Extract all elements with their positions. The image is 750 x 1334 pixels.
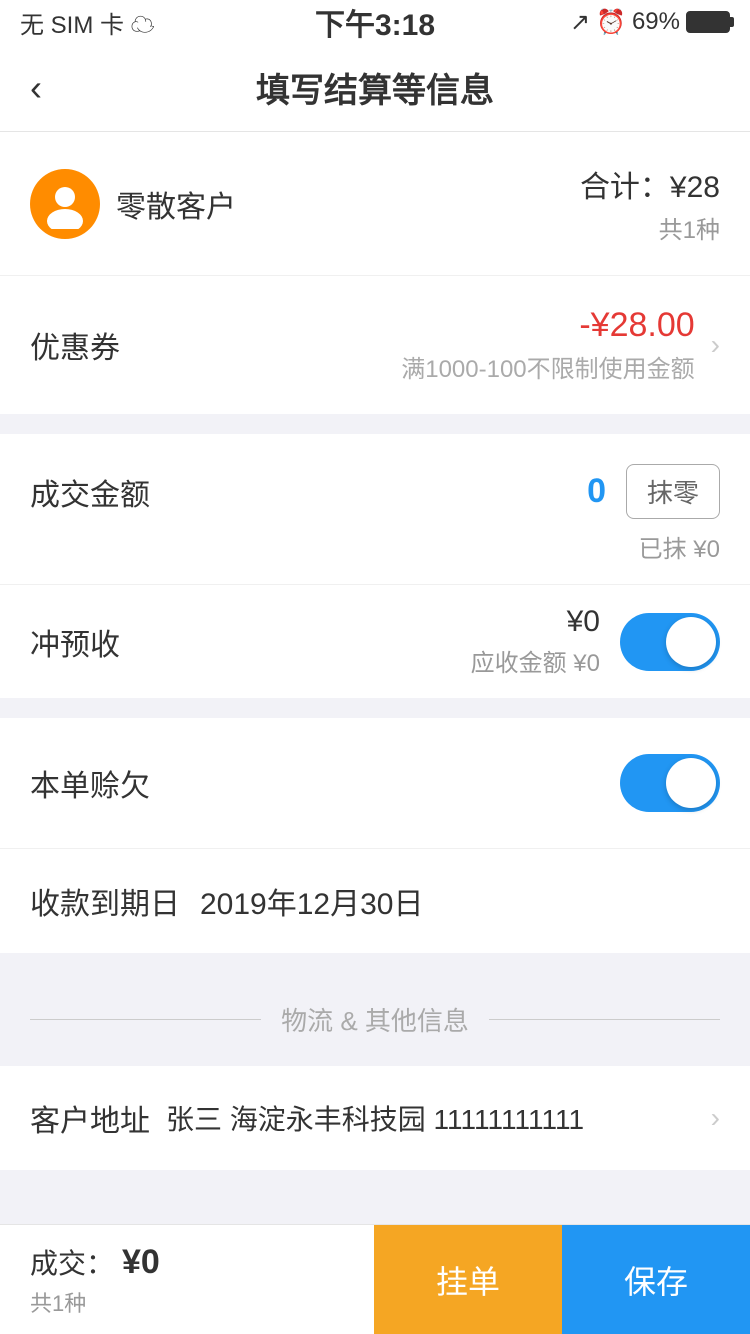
alarm-icon: ⏰ bbox=[596, 8, 626, 37]
prepayment-sub: 应收金额 ¥0 bbox=[471, 643, 600, 678]
duedate-row: 收款到期日 2019年12月30日 bbox=[0, 848, 750, 953]
discount-amount: -¥28.00 bbox=[401, 306, 694, 345]
chevron-right-icon: › bbox=[711, 329, 720, 361]
customer-row: 零散客户 合计：¥28 共1种 bbox=[0, 132, 750, 275]
save-button[interactable]: 保存 bbox=[562, 1225, 750, 1334]
sim-label: 无 SIM 卡 ☁ bbox=[20, 5, 155, 40]
content-area: 零散客户 合计：¥28 共1种 优惠券 -¥28.00 满1000-100不限制… bbox=[0, 132, 750, 1310]
nav-bar: ‹ 填写结算等信息 bbox=[0, 44, 750, 132]
logistics-divider: 物流 & 其他信息 bbox=[0, 973, 750, 1066]
bottom-bar: 成交： ¥0 共1种 挂单 保存 bbox=[0, 1224, 750, 1334]
already-rounded: 已抹 ¥0 bbox=[0, 529, 750, 584]
address-row[interactable]: 客户地址 张三 海淀永丰科技园 11111111111 › bbox=[0, 1066, 750, 1170]
prepayment-amount: ¥0 bbox=[471, 605, 600, 639]
discount-desc: 满1000-100不限制使用金额 bbox=[401, 349, 694, 384]
total-amount: 合计：¥28 bbox=[580, 162, 720, 206]
status-left: 无 SIM 卡 ☁ bbox=[20, 5, 155, 40]
bottom-summary-main: 成交： ¥0 bbox=[30, 1242, 344, 1282]
duedate-label: 收款到期日 bbox=[30, 879, 180, 923]
back-button[interactable]: ‹ bbox=[30, 67, 42, 109]
debit-label: 本单赊欠 bbox=[30, 761, 150, 805]
debit-toggle-knob bbox=[666, 758, 716, 808]
battery-level: 69% bbox=[632, 8, 680, 36]
address-chevron-icon: › bbox=[711, 1102, 720, 1134]
divider-line-right bbox=[489, 1019, 720, 1020]
page-title: 填写结算等信息 bbox=[256, 63, 494, 112]
divider-line-left bbox=[30, 1019, 261, 1020]
location-icon: ↗ bbox=[570, 8, 590, 37]
hang-button[interactable]: 挂单 bbox=[374, 1225, 562, 1334]
prepayment-toggle[interactable] bbox=[620, 613, 720, 671]
customer-avatar bbox=[30, 169, 100, 239]
prepayment-label: 冲预收 bbox=[30, 620, 120, 664]
prepayment-row: 冲预收 ¥0 应收金额 ¥0 bbox=[0, 584, 750, 698]
total-count: 共1种 bbox=[580, 210, 720, 245]
address-label: 客户地址 bbox=[30, 1096, 150, 1140]
prepayment-value-block: ¥0 应收金额 ¥0 bbox=[471, 605, 600, 678]
debit-section: 本单赊欠 收款到期日 2019年12月30日 bbox=[0, 718, 750, 953]
bottom-summary-sub: 共1种 bbox=[30, 1286, 344, 1318]
status-time: 下午3:18 bbox=[315, 0, 435, 44]
customer-name: 零散客户 bbox=[116, 182, 236, 226]
customer-left: 零散客户 bbox=[30, 169, 236, 239]
coupon-label: 优惠券 bbox=[30, 323, 120, 367]
status-bar: 无 SIM 卡 ☁ 下午3:18 ↗ ⏰ 69% bbox=[0, 0, 750, 44]
bottom-summary-label: 成交： bbox=[30, 1242, 114, 1282]
status-right: ↗ ⏰ 69% bbox=[570, 8, 730, 37]
battery-icon bbox=[686, 11, 730, 33]
round-button[interactable]: 抹零 bbox=[626, 464, 720, 519]
bottom-summary-amount: ¥0 bbox=[122, 1243, 160, 1282]
transaction-section: 成交金额 抹零 已抹 ¥0 冲预收 ¥0 应收金额 ¥0 bbox=[0, 434, 750, 698]
debit-row: 本单赊欠 bbox=[0, 718, 750, 848]
address-value: 张三 海淀永丰科技园 11111111111 bbox=[166, 1098, 695, 1138]
transaction-label: 成交金额 bbox=[30, 470, 150, 514]
transaction-right: 抹零 bbox=[526, 464, 720, 519]
customer-section: 零散客户 合计：¥28 共1种 优惠券 -¥28.00 满1000-100不限制… bbox=[0, 132, 750, 414]
debit-toggle[interactable] bbox=[620, 754, 720, 812]
toggle-knob bbox=[666, 617, 716, 667]
coupon-row[interactable]: 优惠券 -¥28.00 满1000-100不限制使用金额 › bbox=[0, 275, 750, 414]
logistics-label: 物流 & 其他信息 bbox=[261, 1001, 489, 1038]
avatar-icon bbox=[40, 179, 90, 229]
address-section: 客户地址 张三 海淀永丰科技园 11111111111 › bbox=[0, 1066, 750, 1170]
coupon-value-block: -¥28.00 满1000-100不限制使用金额 bbox=[401, 306, 694, 384]
duedate-value: 2019年12月30日 bbox=[200, 879, 423, 923]
transaction-input[interactable] bbox=[526, 472, 606, 511]
coupon-right: -¥28.00 满1000-100不限制使用金额 › bbox=[401, 306, 720, 384]
transaction-row: 成交金额 抹零 bbox=[0, 434, 750, 529]
customer-right: 合计：¥28 共1种 bbox=[580, 162, 720, 245]
prepayment-right: ¥0 应收金额 ¥0 bbox=[471, 605, 720, 678]
bottom-summary: 成交： ¥0 共1种 bbox=[0, 1242, 374, 1318]
